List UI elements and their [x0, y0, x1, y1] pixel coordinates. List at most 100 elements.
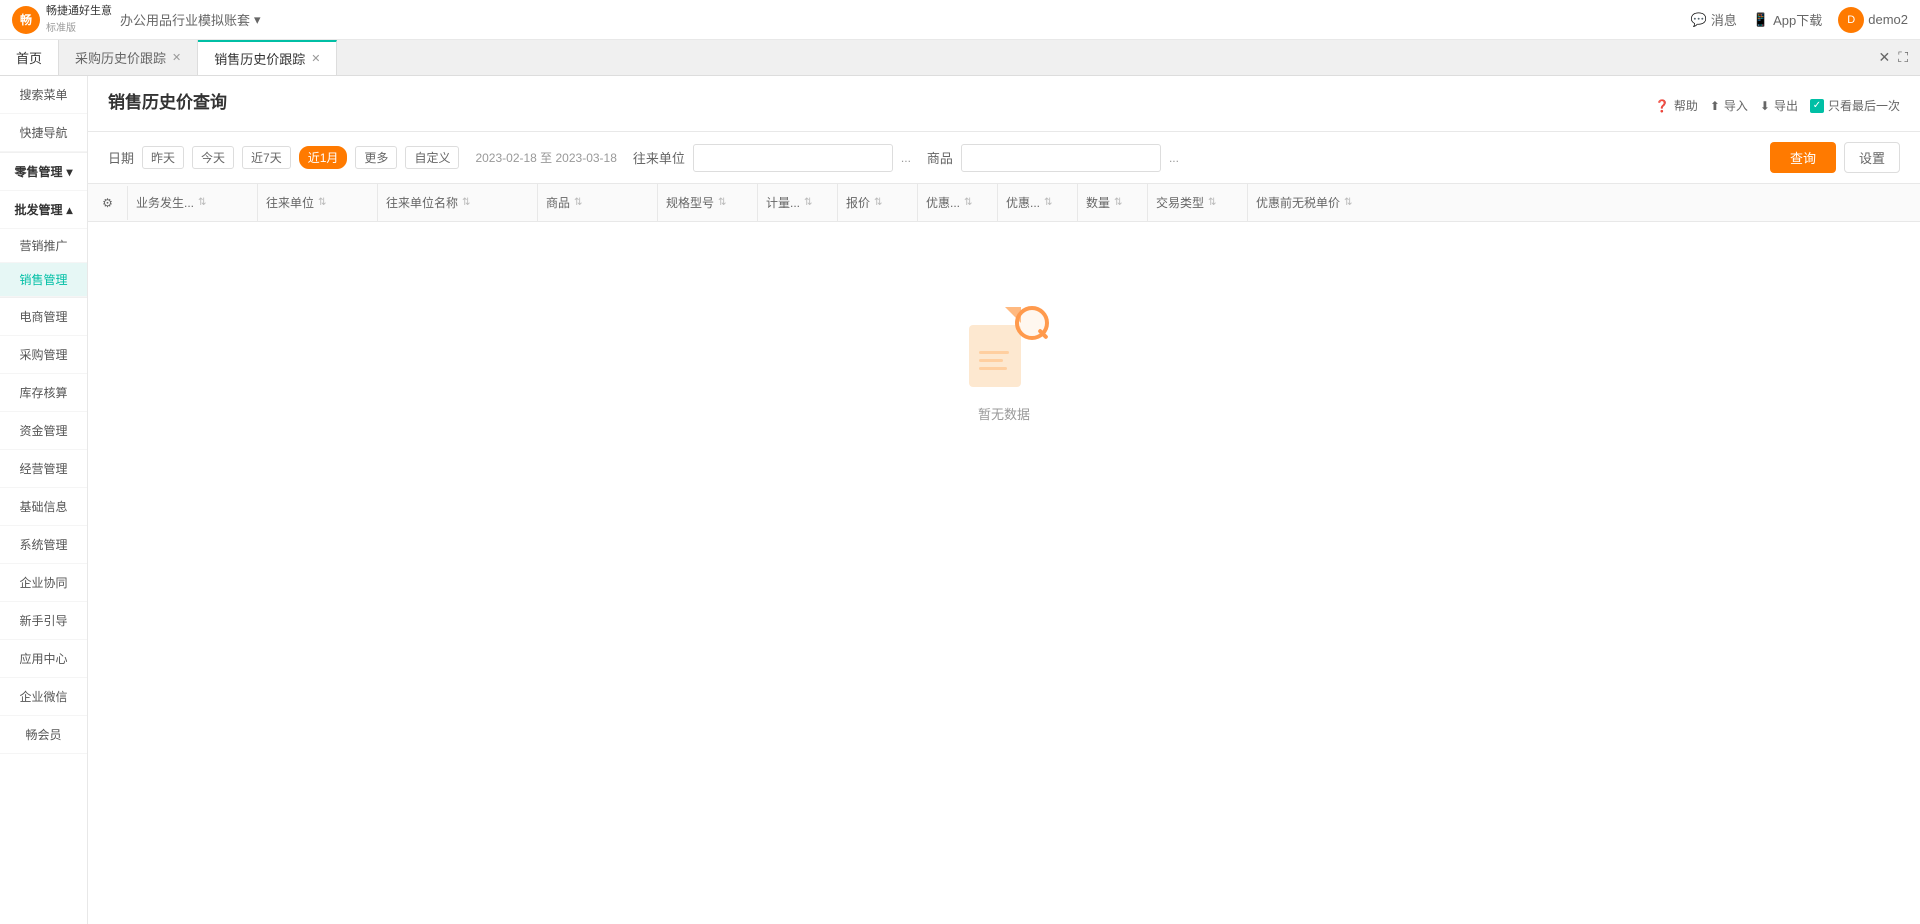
topbar-right: 💬 消息 📱 App下载 D demo2 [1691, 7, 1908, 33]
th-no-tax-price[interactable]: 优惠前无税单价 ⇅ [1248, 184, 1920, 221]
logo-area: 畅 畅捷通好生意 标准版 [12, 5, 112, 33]
sidebar-item-enterprise-wechat[interactable]: 企业微信 [0, 678, 87, 716]
date-btn-today[interactable]: 今天 [192, 146, 234, 169]
product-filter-group: 商品 ... [927, 144, 1179, 172]
export-label: 导出 [1774, 97, 1798, 114]
sidebar-item-member[interactable]: 畅会员 [0, 716, 87, 754]
user-menu[interactable]: D demo2 [1838, 7, 1908, 33]
tab-sales-history[interactable]: 销售历史价跟踪 ✕ [198, 40, 337, 75]
th-discount2[interactable]: 优惠... ⇅ [998, 184, 1078, 221]
date-btn-more[interactable]: 更多 [355, 146, 397, 169]
sidebar-item-ops-mgmt[interactable]: 经营管理 [0, 450, 87, 488]
enterprise-label: 企业协同 [8, 574, 79, 591]
help-btn[interactable]: ❓ 帮助 [1655, 97, 1698, 114]
sidebar-item-inventory[interactable]: 库存核算 [0, 374, 87, 412]
date-filter-label: 日期 [108, 148, 134, 167]
import-icon: ⬆ [1710, 99, 1720, 113]
tab-sales-history-close[interactable]: ✕ [311, 52, 320, 65]
sidebar-item-marketing[interactable]: 营销推广 [0, 229, 87, 263]
sidebar-item-newbie[interactable]: 新手引导 [0, 602, 87, 640]
sidebar-item-sales-mgmt[interactable]: 销售管理 [0, 263, 87, 297]
th-settings[interactable]: ⚙ [88, 186, 128, 220]
th-price[interactable]: 报价 ⇅ [838, 184, 918, 221]
sidebar-item-purchase-mgmt[interactable]: 采购管理 [0, 336, 87, 374]
sort-spec-icon: ⇅ [718, 197, 726, 208]
th-partner-name-label: 往来单位名称 [386, 194, 458, 211]
partner-filter-input[interactable] [693, 144, 893, 172]
sidebar-item-ecom-mgmt[interactable]: 电商管理 [0, 298, 87, 336]
query-button[interactable]: 查询 [1770, 142, 1836, 173]
th-business-date[interactable]: 业务发生... ⇅ [128, 184, 258, 221]
tab-sales-history-label: 销售历史价跟踪 [214, 49, 305, 68]
sidebar-quick-nav-label: 快捷导航 [8, 124, 79, 141]
partner-filter-group: 往来单位 ... [633, 144, 911, 172]
sidebar-item-retail-mgmt[interactable]: 零售管理 ▾ [0, 153, 87, 191]
product-filter-dots[interactable]: ... [1169, 151, 1179, 165]
sort-partner-name-icon: ⇅ [462, 197, 470, 208]
app-title-dropdown[interactable]: 办公用品行业模拟账套 ▾ [120, 10, 261, 29]
export-btn[interactable]: ⬇ 导出 [1760, 97, 1798, 114]
basic-info-label: 基础信息 [8, 498, 79, 515]
user-name: demo2 [1868, 12, 1908, 27]
topbar-left: 畅 畅捷通好生意 标准版 办公用品行业模拟账套 ▾ [12, 5, 261, 33]
tab-close-all-btn[interactable]: ✕ [1878, 49, 1890, 66]
tab-home[interactable]: 首页 [0, 40, 59, 75]
wholesale-mgmt-arrow-icon: ▴ [66, 203, 72, 217]
logo-text: 畅捷通好生意 [46, 5, 112, 18]
sidebar-item-quick-nav[interactable]: 快捷导航 [0, 114, 87, 152]
tab-purchase-history-close[interactable]: ✕ [172, 51, 181, 64]
sort-discount2-icon: ⇅ [1044, 197, 1052, 208]
app-download-label: App下载 [1773, 10, 1822, 29]
th-partner-name[interactable]: 往来单位名称 ⇅ [378, 184, 538, 221]
tab-expand-btn[interactable]: ⛶ [1898, 49, 1908, 66]
import-btn[interactable]: ⬆ 导入 [1710, 97, 1748, 114]
tab-purchase-history[interactable]: 采购历史价跟踪 ✕ [59, 40, 198, 75]
filter-buttons: 查询 设置 [1770, 142, 1900, 173]
main-layout: 搜索菜单 快捷导航 零售管理 ▾ 批发管理 ▴ 营销推广 销售管理 电商管理 采… [0, 76, 1920, 924]
th-partner-code-label: 往来单位 [266, 194, 314, 211]
sort-trade-type-icon: ⇅ [1208, 197, 1216, 208]
date-btn-1month[interactable]: 近1月 [299, 146, 348, 169]
sidebar-item-enterprise[interactable]: 企业协同 [0, 564, 87, 602]
th-product[interactable]: 商品 ⇅ [538, 184, 658, 221]
message-btn[interactable]: 💬 消息 [1691, 10, 1737, 29]
product-filter-input[interactable] [961, 144, 1161, 172]
app-download-btn[interactable]: 📱 App下载 [1753, 10, 1822, 29]
sidebar-item-wholesale-mgmt[interactable]: 批发管理 ▴ [0, 191, 87, 229]
th-discount1[interactable]: 优惠... ⇅ [918, 184, 998, 221]
ops-mgmt-label: 经营管理 [8, 460, 79, 477]
th-discount2-label: 优惠... [1006, 194, 1040, 211]
sidebar-item-finance-mgmt[interactable]: 资金管理 [0, 412, 87, 450]
partner-filter-dots[interactable]: ... [901, 151, 911, 165]
th-unit-label: 计量... [766, 194, 800, 211]
date-btn-yesterday[interactable]: 昨天 [142, 146, 184, 169]
purchase-mgmt-label: 采购管理 [8, 346, 79, 363]
th-discount1-label: 优惠... [926, 194, 960, 211]
sidebar-item-app-center[interactable]: 应用中心 [0, 640, 87, 678]
th-partner-code[interactable]: 往来单位 ⇅ [258, 184, 378, 221]
only-last-checkbox-area[interactable]: ✓ 只看最后一次 [1810, 97, 1900, 114]
date-btn-7days[interactable]: 近7天 [242, 146, 291, 169]
th-qty[interactable]: 数量 ⇅ [1078, 184, 1148, 221]
only-last-checkbox-icon: ✓ [1810, 99, 1824, 113]
app-center-label: 应用中心 [8, 650, 79, 667]
tabbar-actions: ✕ ⛶ [1878, 40, 1920, 75]
product-filter-label: 商品 [927, 148, 953, 167]
th-no-tax-price-label: 优惠前无税单价 [1256, 194, 1340, 211]
retail-mgmt-arrow-icon: ▾ [66, 165, 72, 179]
sort-qty-icon: ⇅ [1114, 197, 1122, 208]
setting-button[interactable]: 设置 [1844, 142, 1900, 173]
empty-state: 暂无数据 [88, 222, 1920, 503]
page-title: 销售历史价查询 [108, 88, 227, 113]
sidebar-item-basic-info[interactable]: 基础信息 [0, 488, 87, 526]
date-btn-custom[interactable]: 自定义 [405, 146, 459, 169]
help-icon: ❓ [1655, 99, 1670, 113]
th-spec-label: 规格型号 [666, 194, 714, 211]
sidebar-item-sys-mgmt[interactable]: 系统管理 [0, 526, 87, 564]
sort-unit-icon: ⇅ [804, 197, 812, 208]
tabbar: 首页 采购历史价跟踪 ✕ 销售历史价跟踪 ✕ ✕ ⛶ [0, 40, 1920, 76]
th-spec[interactable]: 规格型号 ⇅ [658, 184, 758, 221]
th-unit[interactable]: 计量... ⇅ [758, 184, 838, 221]
sidebar-item-search-menu[interactable]: 搜索菜单 [0, 76, 87, 114]
th-trade-type[interactable]: 交易类型 ⇅ [1148, 184, 1248, 221]
